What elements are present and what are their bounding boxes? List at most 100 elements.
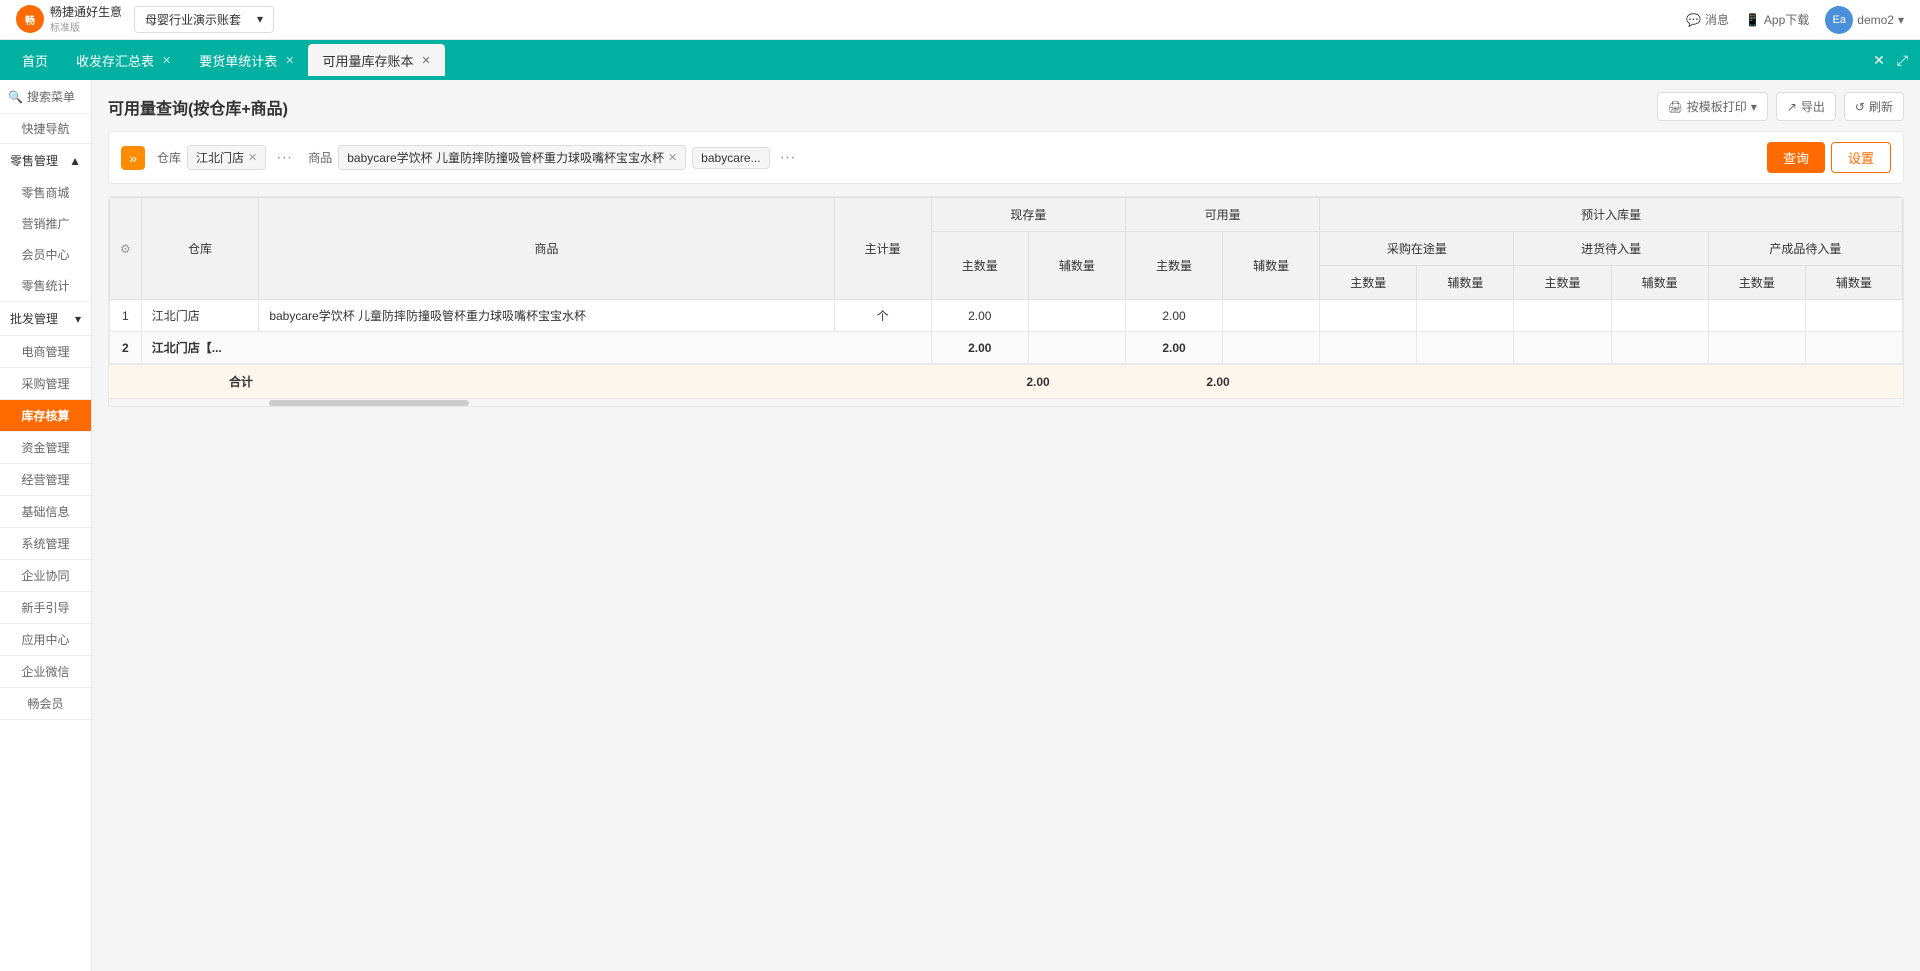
product-tag-2[interactable]: babycare...	[692, 147, 769, 169]
th-stock-main: 主数量	[931, 232, 1028, 300]
sidebar-group-wechat: 企业微信	[0, 656, 91, 688]
query-button[interactable]: 查询	[1767, 142, 1825, 173]
horizontal-scrollbar[interactable]	[109, 398, 1903, 406]
app-download-button[interactable]: 📱 App下载	[1745, 11, 1809, 28]
row-inc-main	[1514, 300, 1611, 332]
row-warehouse: 江北门店	[141, 300, 259, 332]
sidebar-item-guide[interactable]: 新手引导	[0, 592, 91, 623]
brand-sub: 标准版	[50, 19, 122, 34]
row-pur-aux	[1417, 300, 1514, 332]
quick-nav-button[interactable]: 快捷导航	[0, 114, 91, 144]
th-stock-aux: 辅数量	[1028, 232, 1125, 300]
th-pro-aux: 辅数量	[1805, 266, 1902, 300]
sidebar-item-members[interactable]: 会员中心	[0, 239, 91, 270]
row-index: 1	[110, 300, 142, 332]
user-menu[interactable]: Ea demo2 ▾	[1825, 6, 1904, 34]
product-remove-icon[interactable]: ✕	[668, 151, 677, 164]
filter-more-icon[interactable]: ···	[272, 149, 296, 167]
chevron-down-icon: ▾	[75, 312, 81, 326]
close-icon[interactable]: ✕	[285, 54, 294, 67]
tab-order-stats[interactable]: 要货单统计表 ✕	[185, 44, 308, 76]
th-warehouse: 仓库	[141, 198, 259, 300]
app-icon: 📱	[1745, 13, 1760, 27]
filter-toggle-button[interactable]: »	[121, 146, 145, 170]
sidebar-item-member[interactable]: 畅会员	[0, 688, 91, 719]
export-button[interactable]: ↗ 导出	[1776, 92, 1836, 121]
row-avail-aux	[1223, 300, 1320, 332]
warehouse-remove-icon[interactable]: ✕	[248, 151, 257, 164]
th-pur-main: 主数量	[1320, 266, 1417, 300]
search-menu-button[interactable]: 🔍 搜索菜单	[0, 80, 91, 114]
gear-icon[interactable]: ⚙	[120, 242, 131, 256]
sidebar-group-purchase: 采购管理	[0, 368, 91, 400]
tab-available-inventory[interactable]: 可用量库存账本 ✕	[308, 44, 444, 76]
brand-name: 畅捷通好生意	[50, 5, 122, 19]
sidebar-group-finance: 资金管理	[0, 432, 91, 464]
subtotal-stock-aux	[1028, 332, 1125, 364]
top-bar-left: 畅 畅捷通好生意 标准版 母婴行业演示账套 ▾	[16, 5, 274, 34]
sidebar-item-retail-stats[interactable]: 零售统计	[0, 270, 91, 301]
sidebar-item-retail-store[interactable]: 零售商城	[0, 177, 91, 208]
row-stock-aux	[1028, 300, 1125, 332]
sidebar-item-inventory[interactable]: 库存核算	[0, 400, 91, 431]
setting-button[interactable]: 设置	[1831, 142, 1891, 173]
product-filter: 商品 babycare学饮杯 儿童防摔防撞吸管杯重力球吸嘴杯宝宝水杯 ✕ bab…	[308, 145, 799, 170]
subtotal-avail-aux	[1223, 332, 1320, 364]
subtotal-stock-main: 2.00	[931, 332, 1028, 364]
subtotal-avail-main: 2.00	[1125, 332, 1222, 364]
top-bar-right: 💬 消息 📱 App下载 Ea demo2 ▾	[1686, 6, 1904, 34]
subtotal-index: 2	[110, 332, 142, 364]
warehouse-value[interactable]: 江北门店 ✕	[187, 145, 266, 170]
row-unit: 个	[834, 300, 931, 332]
close-icon[interactable]: ✕	[162, 54, 171, 67]
sidebar-group-apps: 应用中心	[0, 624, 91, 656]
main-layout: 🔍 搜索菜单 快捷导航 零售管理 ▲ 零售商城 营销推广 会员中心 零售统计 批…	[0, 80, 1920, 971]
message-icon: 💬	[1686, 13, 1701, 27]
sidebar-item-ecommerce[interactable]: 电商管理	[0, 336, 91, 367]
subtotal-pro-aux	[1805, 332, 1902, 364]
th-inc-main: 主数量	[1514, 266, 1611, 300]
row-stock-main: 2.00	[931, 300, 1028, 332]
page-header: 可用量查询(按仓库+商品) 🖨 按模板打印 ▾ ↗ 导出 ↺ 刷新	[108, 92, 1904, 121]
row-pro-aux	[1805, 300, 1902, 332]
sidebar-item-marketing[interactable]: 营销推广	[0, 208, 91, 239]
refresh-button[interactable]: ↺ 刷新	[1844, 92, 1904, 121]
sidebar-group-enterprise: 企业协同	[0, 560, 91, 592]
filter-bar: » 仓库 江北门店 ✕ ··· 商品 babycare学饮杯 儿童防摔防撞吸管杯…	[108, 131, 1904, 184]
th-planned: 预计入库量	[1320, 198, 1903, 232]
sidebar-item-basics[interactable]: 基础信息	[0, 496, 91, 527]
subtotal-inc-main	[1514, 332, 1611, 364]
sidebar-item-system[interactable]: 系统管理	[0, 528, 91, 559]
row-product: babycare学饮杯 儿童防摔防撞吸管杯重力球吸嘴杯宝宝水杯	[259, 300, 834, 332]
sidebar-group-wholesale-header[interactable]: 批发管理 ▾	[0, 302, 91, 335]
subtotal-pur-aux	[1417, 332, 1514, 364]
sidebar-group-operations: 经营管理	[0, 464, 91, 496]
sidebar-item-purchase[interactable]: 采购管理	[0, 368, 91, 399]
sidebar-group-retail-header[interactable]: 零售管理 ▲	[0, 144, 91, 177]
sidebar-item-finance[interactable]: 资金管理	[0, 432, 91, 463]
th-inc-aux: 辅数量	[1611, 266, 1708, 300]
sidebar-item-wechat[interactable]: 企业微信	[0, 656, 91, 687]
product-filter-more-icon[interactable]: ···	[776, 149, 800, 167]
sidebar-item-apps[interactable]: 应用中心	[0, 624, 91, 655]
sidebar-item-operations[interactable]: 经营管理	[0, 464, 91, 495]
close-icon[interactable]: ✕	[422, 54, 431, 67]
print-button[interactable]: 🖨 按模板打印 ▾	[1657, 92, 1768, 121]
sidebar-group-member: 畅会员	[0, 688, 91, 720]
page-actions: 🖨 按模板打印 ▾ ↗ 导出 ↺ 刷新	[1657, 92, 1904, 121]
warehouse-label: 仓库	[157, 149, 181, 166]
brand-logo: 畅	[16, 5, 44, 33]
refresh-icon: ↺	[1855, 100, 1865, 114]
tab-receivable-summary[interactable]: 收发存汇总表 ✕	[62, 44, 185, 76]
product-tag-1[interactable]: babycare学饮杯 儿童防摔防撞吸管杯重力球吸嘴杯宝宝水杯 ✕	[338, 145, 686, 170]
industry-select[interactable]: 母婴行业演示账套 ▾	[134, 6, 274, 33]
footer-label: 合计	[229, 373, 253, 390]
th-unit: 主计量	[834, 198, 931, 300]
sidebar-item-enterprise[interactable]: 企业协同	[0, 560, 91, 591]
tab-home[interactable]: 首页	[8, 44, 62, 76]
maximize-window-button[interactable]: ⤢	[1893, 50, 1912, 71]
sidebar-group-wholesale: 批发管理 ▾	[0, 302, 91, 336]
th-pro-main: 主数量	[1708, 266, 1805, 300]
message-button[interactable]: 💬 消息	[1686, 11, 1729, 28]
close-window-button[interactable]: ✕	[1869, 50, 1889, 71]
